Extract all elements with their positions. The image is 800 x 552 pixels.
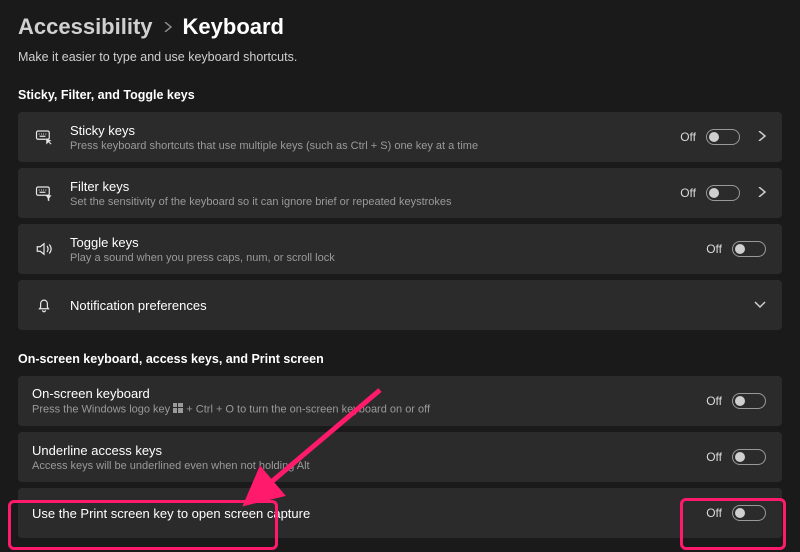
desc-part-after: + Ctrl + O to turn the on-screen keyboar… — [186, 403, 430, 415]
row-title: Use the Print screen key to open screen … — [32, 506, 706, 521]
toggle-state-label: Off — [706, 394, 722, 408]
sticky-keys-toggle[interactable] — [706, 129, 740, 145]
speaker-icon — [32, 240, 56, 258]
row-toggle-keys[interactable]: Toggle keys Play a sound when you press … — [18, 224, 782, 274]
row-title: On-screen keyboard — [32, 386, 706, 401]
row-title: Toggle keys — [70, 235, 706, 250]
row-sticky-keys[interactable]: Sticky keys Press keyboard shortcuts tha… — [18, 112, 782, 162]
toggle-keys-toggle[interactable] — [732, 241, 766, 257]
row-title: Notification preferences — [70, 298, 754, 313]
page-subtitle: Make it easier to type and use keyboard … — [18, 50, 782, 64]
desc-part-before: Press the Windows logo key — [32, 403, 173, 415]
toggle-state-label: Off — [706, 506, 722, 520]
keyboard-pointer-icon — [32, 128, 56, 146]
windows-logo-icon — [173, 403, 183, 416]
row-title: Sticky keys — [70, 123, 680, 138]
toggle-state-label: Off — [706, 242, 722, 256]
section-heading-onscreen: On-screen keyboard, access keys, and Pri… — [18, 352, 782, 366]
row-desc: Set the sensitivity of the keyboard so i… — [70, 196, 680, 208]
bell-icon — [32, 296, 56, 314]
row-notification-preferences[interactable]: Notification preferences — [18, 280, 782, 330]
row-desc: Press keyboard shortcuts that use multip… — [70, 140, 680, 152]
row-filter-keys[interactable]: Filter keys Set the sensitivity of the k… — [18, 168, 782, 218]
underline-access-keys-toggle[interactable] — [732, 449, 766, 465]
row-underline-access-keys[interactable]: Underline access keys Access keys will b… — [18, 432, 782, 482]
print-screen-toggle[interactable] — [732, 505, 766, 521]
filter-keys-toggle[interactable] — [706, 185, 740, 201]
chevron-right-icon[interactable] — [758, 186, 766, 200]
breadcrumb: Accessibility Keyboard — [18, 14, 782, 40]
section-heading-sticky: Sticky, Filter, and Toggle keys — [18, 88, 782, 102]
keyboard-filter-icon — [32, 184, 56, 202]
toggle-state-label: Off — [706, 450, 722, 464]
row-desc: Play a sound when you press caps, num, o… — [70, 252, 706, 264]
row-title: Filter keys — [70, 179, 680, 194]
row-print-screen[interactable]: Use the Print screen key to open screen … — [18, 488, 782, 538]
row-desc: Press the Windows logo key + Ctrl + O to… — [32, 403, 706, 416]
chevron-right-icon — [163, 19, 173, 35]
breadcrumb-parent[interactable]: Accessibility — [18, 14, 153, 40]
row-title: Underline access keys — [32, 443, 706, 458]
row-desc: Access keys will be underlined even when… — [32, 460, 706, 472]
toggle-state-label: Off — [680, 130, 696, 144]
onscreen-keyboard-toggle[interactable] — [732, 393, 766, 409]
chevron-down-icon[interactable] — [754, 298, 766, 312]
page-title: Keyboard — [183, 14, 284, 40]
row-onscreen-keyboard[interactable]: On-screen keyboard Press the Windows log… — [18, 376, 782, 426]
chevron-right-icon[interactable] — [758, 130, 766, 144]
toggle-state-label: Off — [680, 186, 696, 200]
